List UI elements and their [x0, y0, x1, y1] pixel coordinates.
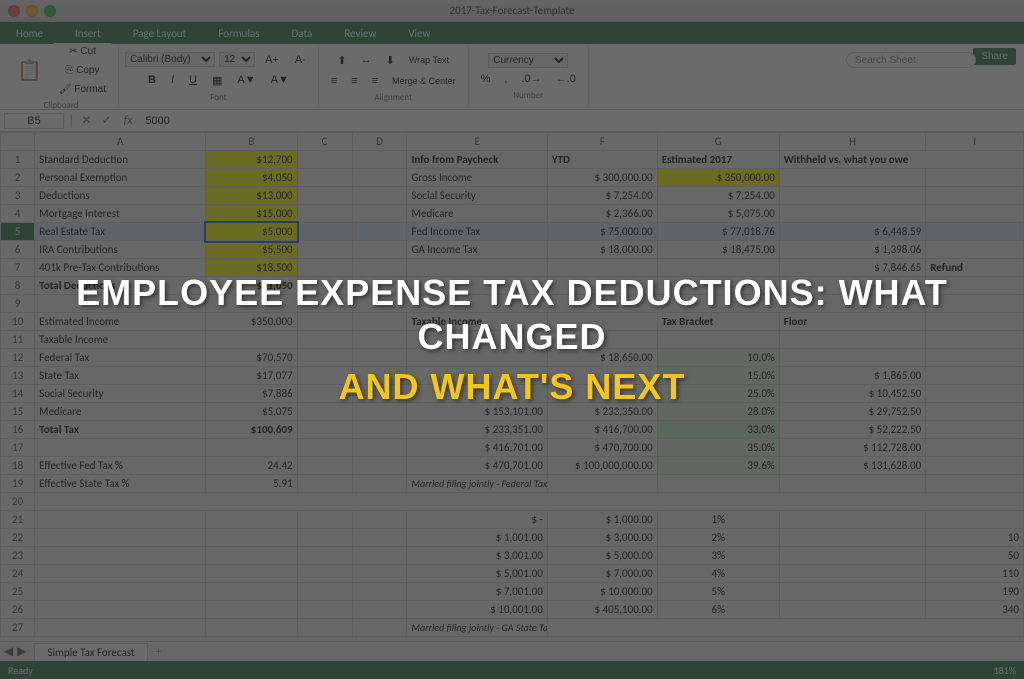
overlay-text-container: EMPLOYEE EXPENSE TAX DEDUCTIONS: WHAT CH… [0, 251, 1024, 427]
overlay: EMPLOYEE EXPENSE TAX DEDUCTIONS: WHAT CH… [0, 0, 1024, 679]
overlay-title-line1: EMPLOYEE EXPENSE TAX DEDUCTIONS: WHAT CH… [40, 271, 984, 357]
overlay-title-line2: AND WHAT'S NEXT [40, 366, 984, 408]
